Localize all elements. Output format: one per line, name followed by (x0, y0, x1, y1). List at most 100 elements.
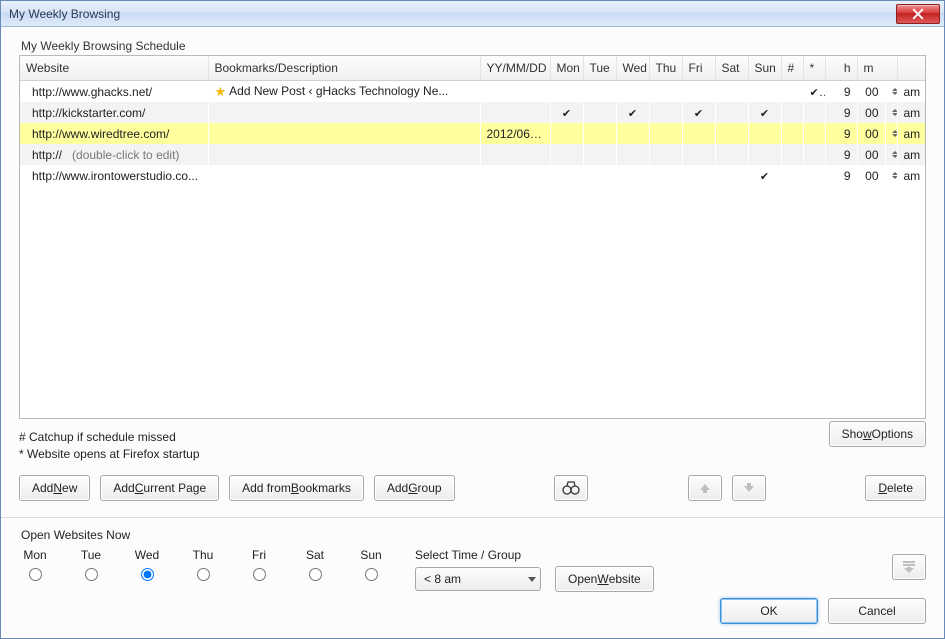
cell-sat[interactable] (715, 144, 748, 165)
cell-hour[interactable]: 9 (825, 102, 857, 123)
cell-ampm[interactable]: am (897, 102, 926, 123)
titlebar[interactable]: My Weekly Browsing (1, 1, 944, 27)
cell-date[interactable] (480, 165, 550, 186)
cell-star[interactable]: ✔ (803, 81, 825, 103)
cell-website[interactable]: http://kickstarter.com/ (20, 102, 208, 123)
cell-hour[interactable]: 9 (825, 123, 857, 144)
cell-wed[interactable]: ✔ (616, 102, 649, 123)
table-row[interactable]: http://(double-click to edit) 900 am (20, 144, 926, 165)
cell-ampm[interactable]: am (897, 123, 926, 144)
move-up-button[interactable] (688, 475, 722, 501)
add-current-page-button[interactable]: Add Current Page (100, 475, 219, 501)
day-radio[interactable] (141, 568, 154, 581)
col-mon[interactable]: Mon (550, 56, 583, 81)
cell-website[interactable]: http://(double-click to edit) (20, 144, 208, 165)
cell-hash[interactable] (781, 123, 803, 144)
col-thu[interactable]: Thu (649, 56, 682, 81)
add-from-bookmarks-button[interactable]: Add from Bookmarks (229, 475, 364, 501)
cell-mon[interactable] (550, 81, 583, 103)
cell-website[interactable]: http://www.ghacks.net/ (20, 81, 208, 103)
add-new-button[interactable]: Add New (19, 475, 90, 501)
cell-description[interactable] (208, 102, 480, 123)
cell-sun[interactable] (748, 123, 781, 144)
col-tue[interactable]: Tue (583, 56, 616, 81)
cell-minute[interactable]: 00 (857, 123, 885, 144)
day-option-tue[interactable]: Tue (75, 548, 107, 584)
cell-ampm[interactable]: am (897, 144, 926, 165)
cell-sun[interactable]: ✔ (748, 102, 781, 123)
cell-sat[interactable] (715, 123, 748, 144)
cell-tue[interactable] (583, 123, 616, 144)
day-option-mon[interactable]: Mon (19, 548, 51, 584)
cell-sun[interactable] (748, 144, 781, 165)
cell-minute[interactable]: 00 (857, 102, 885, 123)
cell-date[interactable] (480, 144, 550, 165)
cell-description[interactable] (208, 165, 480, 186)
cell-date[interactable]: 2012/06/13 (480, 123, 550, 144)
col-wed[interactable]: Wed (616, 56, 649, 81)
col-fri[interactable]: Fri (682, 56, 715, 81)
ok-button[interactable]: OK (720, 598, 818, 624)
table-row[interactable]: http://www.wiredtree.com/2012/06/13 900 am (20, 123, 926, 144)
col-desc[interactable]: Bookmarks/Description (208, 56, 480, 81)
cell-website[interactable]: http://www.irontowerstudio.co... (20, 165, 208, 186)
col-star[interactable]: * (803, 56, 825, 81)
stack-button[interactable] (892, 554, 926, 580)
cell-fri[interactable] (682, 144, 715, 165)
cell-star[interactable] (803, 144, 825, 165)
cell-date[interactable] (480, 81, 550, 103)
cell-minute[interactable]: 00 (857, 165, 885, 186)
cell-wed[interactable] (616, 144, 649, 165)
col-website[interactable]: Website (20, 56, 208, 81)
cell-website[interactable]: http://www.wiredtree.com/ (20, 123, 208, 144)
cell-hour[interactable]: 9 (825, 144, 857, 165)
cell-star[interactable] (803, 123, 825, 144)
cell-minute[interactable]: 00 (857, 81, 885, 103)
cell-mon[interactable]: ✔ (550, 102, 583, 123)
schedule-table[interactable]: Website Bookmarks/Description YY/MM/DD M… (20, 56, 926, 186)
day-radio[interactable] (365, 568, 378, 581)
cell-thu[interactable] (649, 102, 682, 123)
cell-minute[interactable]: 00 (857, 144, 885, 165)
cell-ampm[interactable]: am (897, 81, 926, 103)
cell-mon[interactable] (550, 144, 583, 165)
cell-sat[interactable] (715, 102, 748, 123)
table-header[interactable]: Website Bookmarks/Description YY/MM/DD M… (20, 56, 926, 81)
cell-time-spinner[interactable] (885, 102, 897, 123)
delete-button[interactable]: Delete (865, 475, 926, 501)
cell-tue[interactable] (583, 144, 616, 165)
cell-time-spinner[interactable] (885, 165, 897, 186)
cell-tue[interactable] (583, 165, 616, 186)
day-option-sat[interactable]: Sat (299, 548, 331, 584)
cell-hour[interactable]: 9 (825, 165, 857, 186)
cell-tue[interactable] (583, 102, 616, 123)
col-ampm[interactable] (897, 56, 926, 81)
cell-time-spinner[interactable] (885, 123, 897, 144)
move-down-button[interactable] (732, 475, 766, 501)
cell-sun[interactable]: ✔ (748, 165, 781, 186)
col-sat[interactable]: Sat (715, 56, 748, 81)
cell-hash[interactable] (781, 102, 803, 123)
time-group-combo[interactable]: < 8 am (415, 567, 541, 591)
col-hash[interactable]: # (781, 56, 803, 81)
cell-wed[interactable] (616, 165, 649, 186)
cell-wed[interactable] (616, 123, 649, 144)
cell-hour[interactable]: 9 (825, 81, 857, 103)
cell-sat[interactable] (715, 81, 748, 103)
table-row[interactable]: http://kickstarter.com/✔✔✔✔900am (20, 102, 926, 123)
cell-time-spinner[interactable] (885, 81, 897, 103)
add-group-button[interactable]: Add Group (374, 475, 455, 501)
cell-thu[interactable] (649, 165, 682, 186)
cell-description[interactable] (208, 123, 480, 144)
col-m[interactable]: m (857, 56, 897, 81)
cell-fri[interactable] (682, 123, 715, 144)
cell-mon[interactable] (550, 123, 583, 144)
cell-star[interactable] (803, 102, 825, 123)
day-radio[interactable] (197, 568, 210, 581)
cell-tue[interactable] (583, 81, 616, 103)
day-radio[interactable] (309, 568, 322, 581)
cell-hash[interactable] (781, 165, 803, 186)
day-radio[interactable] (85, 568, 98, 581)
cell-description[interactable]: ★Add New Post ‹ gHacks Technology Ne... (208, 81, 480, 103)
find-button[interactable] (554, 475, 588, 501)
